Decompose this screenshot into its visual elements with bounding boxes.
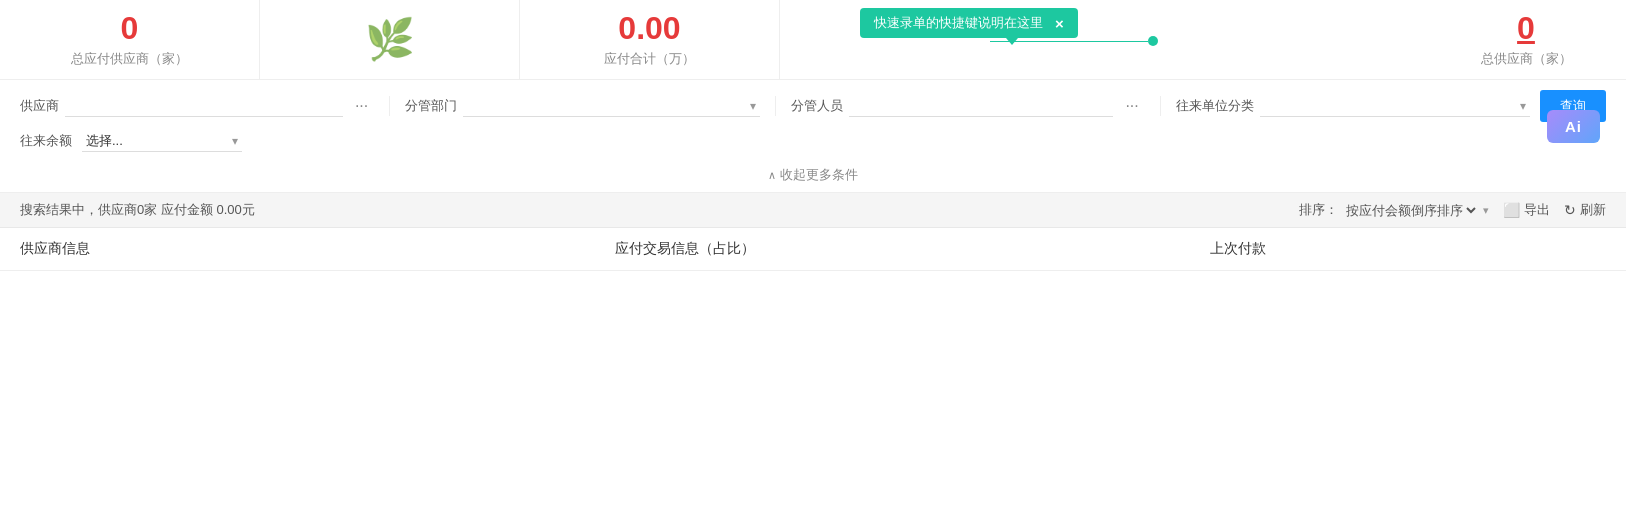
divider-3 [1160,96,1161,116]
result-actions: 排序： 按应付会额倒序排序 ▾ ⬜ 导出 ↻ 刷新 [1299,201,1606,219]
tooltip-close-btn[interactable]: × [1055,15,1064,32]
balance-select[interactable]: 选择... [82,130,242,151]
supplier-input[interactable] [65,95,343,117]
ai-button[interactable]: Ai [1547,110,1600,143]
filter-row-2: 往来余额 选择... ▾ [20,130,1606,152]
collapse-label: 收起更多条件 [780,166,858,184]
supplier-field: 供应商 ··· [20,95,374,117]
tooltip-dot [1148,36,1158,46]
divider-1 [389,96,390,116]
sort-label: 排序： [1299,201,1338,219]
sort-wrapper: 排序： 按应付会额倒序排序 ▾ [1299,201,1489,219]
export-label: 导出 [1524,201,1550,219]
category-select-wrapper: ▾ [1260,95,1530,117]
category-select[interactable] [1260,95,1530,116]
stat-number-suppliers: 0 [1517,11,1535,46]
stat-number-total: 0.00 [618,11,680,46]
refresh-label: 刷新 [1580,201,1606,219]
stat-label-suppliers: 总供应商（家） [1481,50,1572,68]
filter-row-1: 供应商 ··· 分管部门 ▾ 分管人员 ··· 往来单位分类 [20,90,1606,122]
person-field: 分管人员 ··· [791,95,1145,117]
category-field: 往来单位分类 ▾ [1176,95,1530,117]
person-dots[interactable]: ··· [1119,97,1144,115]
col-payable-info: 应付交易信息（占比） [615,240,1210,258]
result-info: 搜索结果中，供应商0家 应付金额 0.00元 [20,201,255,219]
tooltip-text: 快速录单的快捷键说明在这里 [874,14,1043,32]
export-icon: ⬜ [1503,202,1520,218]
stat-label-payable: 总应付供应商（家） [71,50,188,68]
stat-label-total: 应付合计（万） [604,50,695,68]
stat-icon-section: 🌿 [260,0,520,79]
stat-total-suppliers: 0 总供应商（家） [1426,0,1626,79]
department-field: 分管部门 ▾ [405,95,759,117]
stat-number-payable: 0 [121,11,139,46]
department-select-wrapper: ▾ [463,95,759,117]
department-label: 分管部门 [405,97,457,115]
person-label: 分管人员 [791,97,843,115]
refresh-button[interactable]: ↻ 刷新 [1564,201,1606,219]
tooltip-bubble: 快速录单的快捷键说明在这里 × [860,8,1078,38]
result-bar: 搜索结果中，供应商0家 应付金额 0.00元 排序： 按应付会额倒序排序 ▾ ⬜… [0,193,1626,228]
supplier-label: 供应商 [20,97,59,115]
sort-select[interactable]: 按应付会额倒序排序 [1342,202,1479,219]
stat-total-payable: 0 总应付供应商（家） [0,0,260,79]
collapse-chevron-icon: ∧ [768,169,776,182]
collapse-button[interactable]: ∧ 收起更多条件 [768,166,858,184]
collapse-bar: ∧ 收起更多条件 [20,160,1606,192]
leaf-icon: 🌿 [365,16,415,63]
refresh-icon: ↻ [1564,202,1576,218]
sort-chevron-icon: ▾ [1483,204,1489,217]
category-label: 往来单位分类 [1176,97,1254,115]
col-last-payment: 上次付款 [1210,240,1607,258]
filter-bar: 供应商 ··· 分管部门 ▾ 分管人员 ··· 往来单位分类 [0,80,1626,193]
col-supplier-info: 供应商信息 [20,240,615,258]
department-select[interactable] [463,95,759,116]
supplier-dots[interactable]: ··· [349,97,374,115]
export-button[interactable]: ⬜ 导出 [1503,201,1550,219]
person-input[interactable] [849,95,1114,117]
table-header: 供应商信息 应付交易信息（占比） 上次付款 [0,228,1626,271]
stats-bar: 0 总应付供应商（家） 🌿 0.00 应付合计（万） 快速录单的快捷键说明在这里… [0,0,1626,80]
balance-label: 往来余额 [20,132,72,150]
divider-2 [775,96,776,116]
balance-select-wrapper: 选择... ▾ [82,130,242,152]
stat-payable-total: 0.00 应付合计（万） [520,0,780,79]
table-body [0,271,1626,515]
